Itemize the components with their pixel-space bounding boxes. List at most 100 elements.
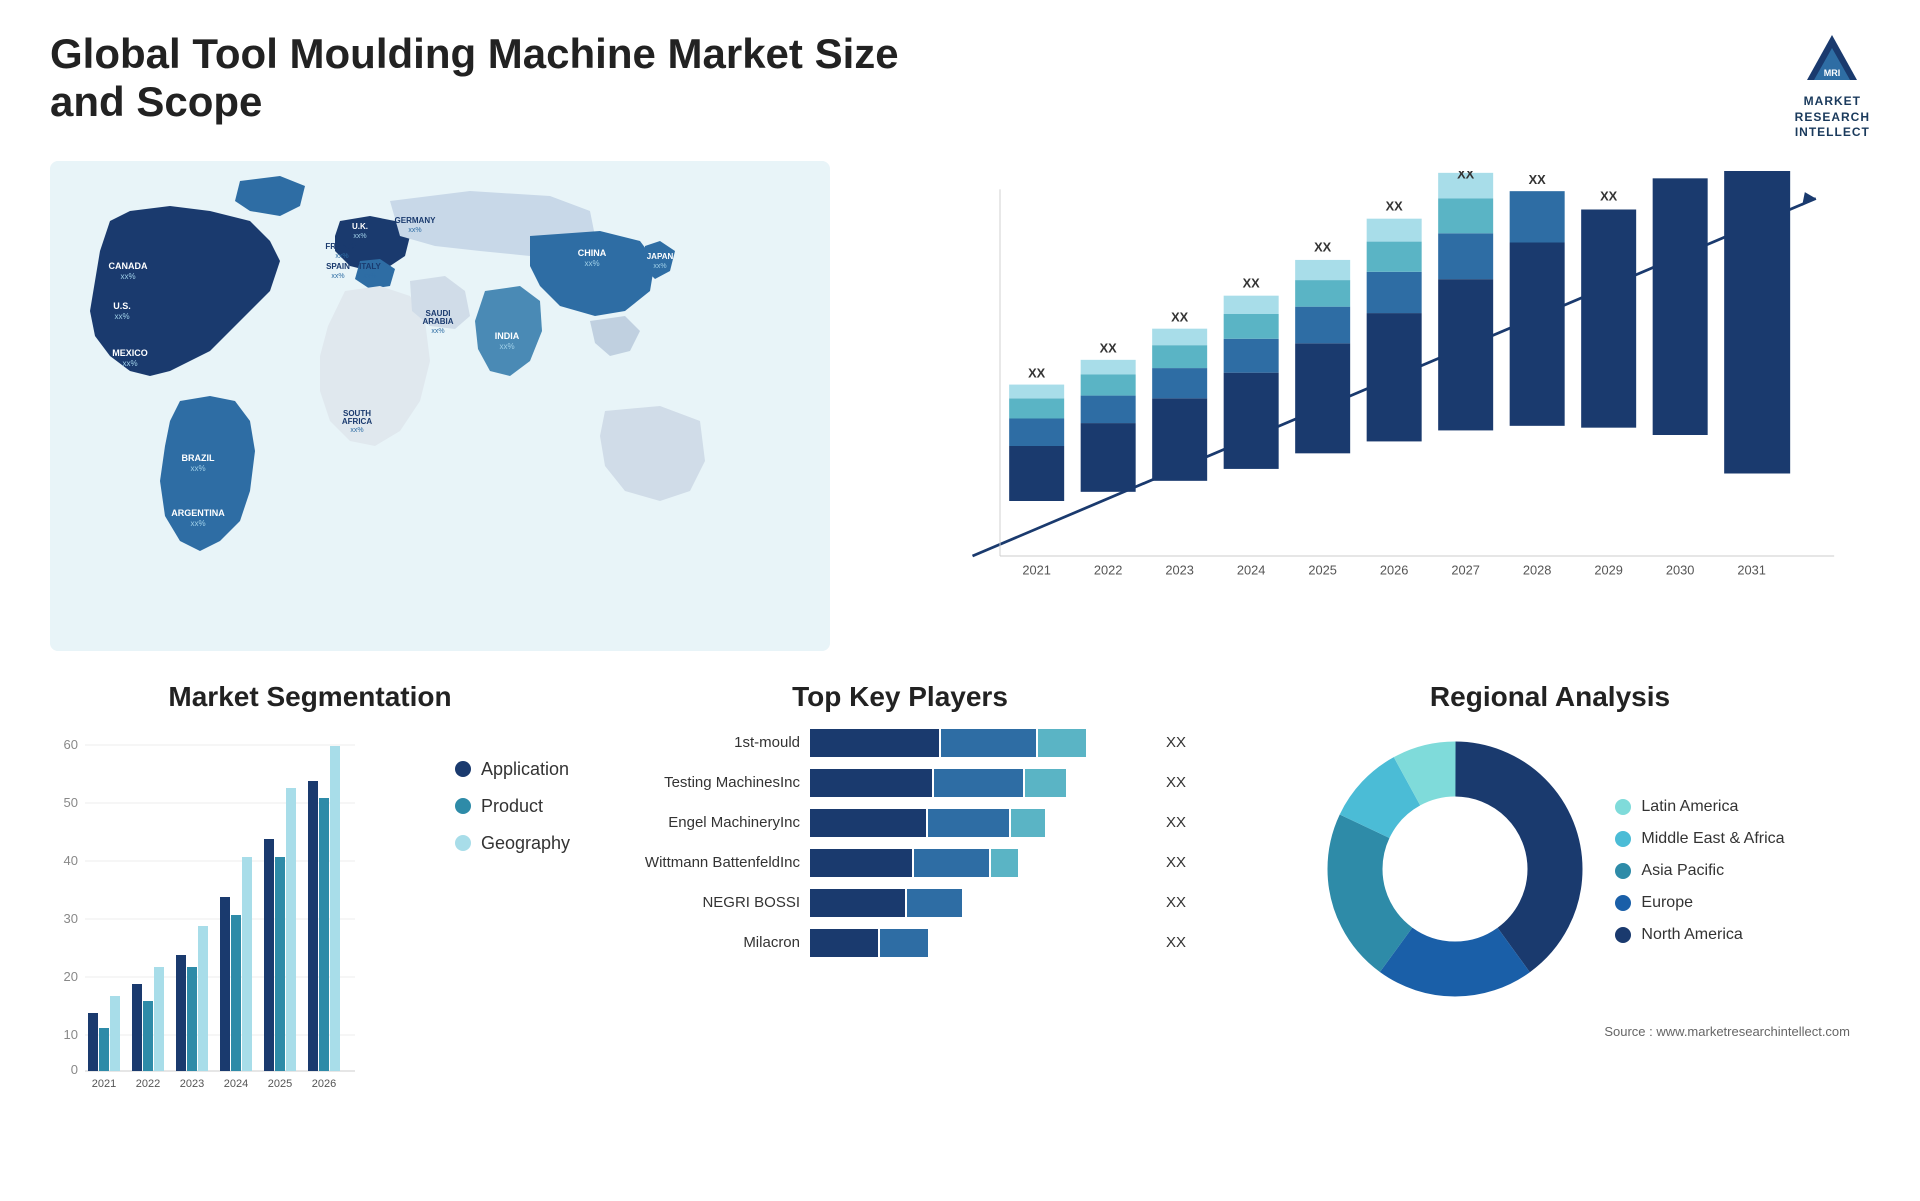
svg-text:xx%: xx% <box>190 519 205 528</box>
legend-dot-product <box>455 798 471 814</box>
segmentation-title: Market Segmentation <box>50 681 570 713</box>
svg-text:40: 40 <box>64 853 78 868</box>
svg-text:0: 0 <box>71 1062 78 1077</box>
svg-text:U.S.: U.S. <box>113 301 131 311</box>
svg-text:MRI: MRI <box>1824 68 1841 78</box>
segmentation-svg: 60 50 40 30 20 10 0 <box>50 729 370 1089</box>
reg-legend-latin-america: Latin America <box>1615 798 1784 816</box>
player-bar-5 <box>810 889 1150 917</box>
svg-text:2026: 2026 <box>312 1078 336 1089</box>
reg-legend-europe: Europe <box>1615 894 1784 912</box>
svg-text:2025: 2025 <box>1308 562 1337 577</box>
svg-text:xx%: xx% <box>331 273 344 280</box>
players-list: 1st-mould XX Testing MachinesInc <box>590 729 1210 957</box>
svg-text:MEXICO: MEXICO <box>112 348 148 358</box>
legend-dot-application <box>455 761 471 777</box>
player-bar-seg1-3 <box>810 809 926 837</box>
player-val-3: XX <box>1160 814 1200 831</box>
svg-text:ARGENTINA: ARGENTINA <box>171 508 225 518</box>
player-bar-6 <box>810 929 1150 957</box>
svg-text:2026: 2026 <box>1380 562 1409 577</box>
player-bar-1 <box>810 729 1150 757</box>
player-bar-seg1-1 <box>810 729 939 757</box>
page-title: Global Tool Moulding Machine Market Size… <box>50 30 950 126</box>
svg-text:xx%: xx% <box>499 342 514 351</box>
world-map-svg: CANADA xx% U.S. xx% MEXICO xx% BRAZIL xx… <box>50 161 830 651</box>
reg-dot-middle-east <box>1615 831 1631 847</box>
svg-text:XX: XX <box>1171 309 1189 324</box>
player-bar-4 <box>810 849 1150 877</box>
reg-legend-north-america: North America <box>1615 926 1784 944</box>
player-bar-seg3-3 <box>1011 809 1045 837</box>
player-bar-seg2-4 <box>914 849 989 877</box>
player-bar-2 <box>810 769 1150 797</box>
player-name-2: Testing MachinesInc <box>600 774 800 791</box>
svg-text:ITALY: ITALY <box>359 262 381 271</box>
player-bar-seg3-1 <box>1038 729 1086 757</box>
reg-legend-asia-pacific: Asia Pacific <box>1615 862 1784 880</box>
svg-text:2021: 2021 <box>1022 562 1051 577</box>
header: Global Tool Moulding Machine Market Size… <box>50 30 1870 141</box>
reg-label-asia-pacific: Asia Pacific <box>1641 862 1724 880</box>
svg-text:FRANCE: FRANCE <box>325 242 359 251</box>
player-name-5: NEGRI BOSSI <box>600 894 800 911</box>
player-bar-seg2-6 <box>880 929 928 957</box>
svg-text:JAPAN: JAPAN <box>647 252 674 261</box>
player-bar-seg2-2 <box>934 769 1022 797</box>
svg-text:xx%: xx% <box>114 312 129 321</box>
player-val-1: XX <box>1160 734 1200 751</box>
growth-chart-container: XX 2021 XX 2022 XX 2023 <box>860 161 1870 651</box>
svg-text:2021: 2021 <box>92 1078 116 1089</box>
svg-text:XX: XX <box>1028 365 1046 380</box>
player-bar-seg2-5 <box>907 889 961 917</box>
player-name-3: Engel MachineryInc <box>600 814 800 831</box>
svg-text:AFRICA: AFRICA <box>342 417 372 426</box>
svg-text:2024: 2024 <box>224 1078 248 1089</box>
svg-text:BRAZIL: BRAZIL <box>182 453 215 463</box>
player-bar-seg1-2 <box>810 769 932 797</box>
player-bar-seg1-5 <box>810 889 905 917</box>
legend-application: Application <box>455 759 570 780</box>
svg-text:xx%: xx% <box>653 263 666 270</box>
svg-text:2031: 2031 <box>1737 562 1766 577</box>
world-map-container: CANADA xx% U.S. xx% MEXICO xx% BRAZIL xx… <box>50 161 830 651</box>
svg-text:60: 60 <box>64 737 78 752</box>
player-row-negri: NEGRI BOSSI XX <box>600 889 1200 917</box>
legend-label-application: Application <box>481 759 569 780</box>
svg-text:ARABIA: ARABIA <box>422 317 453 326</box>
player-val-2: XX <box>1160 774 1200 791</box>
svg-text:2022: 2022 <box>136 1078 160 1089</box>
svg-text:xx%: xx% <box>335 253 348 260</box>
reg-dot-latin-america <box>1615 799 1631 815</box>
legend-label-geography: Geography <box>481 833 570 854</box>
player-bar-3 <box>810 809 1150 837</box>
segmentation-legend: Application Product Geography <box>455 729 570 854</box>
legend-dot-geography <box>455 835 471 851</box>
legend-geography: Geography <box>455 833 570 854</box>
svg-text:2027: 2027 <box>1451 562 1480 577</box>
svg-text:2030: 2030 <box>1666 562 1695 577</box>
svg-text:xx%: xx% <box>120 272 135 281</box>
svg-text:XX: XX <box>1600 188 1618 203</box>
players-panel: Top Key Players 1st-mould XX Testing Mac… <box>590 681 1210 1181</box>
svg-text:XX: XX <box>1672 171 1690 174</box>
svg-text:xx%: xx% <box>408 227 421 234</box>
reg-label-latin-america: Latin America <box>1641 798 1738 816</box>
svg-text:xx%: xx% <box>122 359 137 368</box>
reg-dot-north-america <box>1615 927 1631 943</box>
player-row-milacron: Milacron XX <box>600 929 1200 957</box>
bottom-section: Market Segmentation 60 50 40 30 20 10 0 <box>50 681 1870 1181</box>
segmentation-panel: Market Segmentation 60 50 40 30 20 10 0 <box>50 681 570 1181</box>
donut-chart-wrap <box>1315 729 1595 1014</box>
svg-text:XX: XX <box>1243 275 1261 290</box>
svg-text:2028: 2028 <box>1523 562 1552 577</box>
source-text: Source : www.marketresearchintellect.com <box>1230 1024 1870 1039</box>
svg-text:xx%: xx% <box>350 427 363 434</box>
svg-text:xx%: xx% <box>431 328 444 335</box>
svg-text:10: 10 <box>64 1027 78 1042</box>
svg-text:xx%: xx% <box>190 464 205 473</box>
top-section: CANADA xx% U.S. xx% MEXICO xx% BRAZIL xx… <box>50 161 1870 651</box>
svg-text:xx%: xx% <box>353 233 366 240</box>
regional-wrap: Latin America Middle East & Africa Asia … <box>1230 729 1870 1014</box>
svg-text:XX: XX <box>1457 171 1475 181</box>
